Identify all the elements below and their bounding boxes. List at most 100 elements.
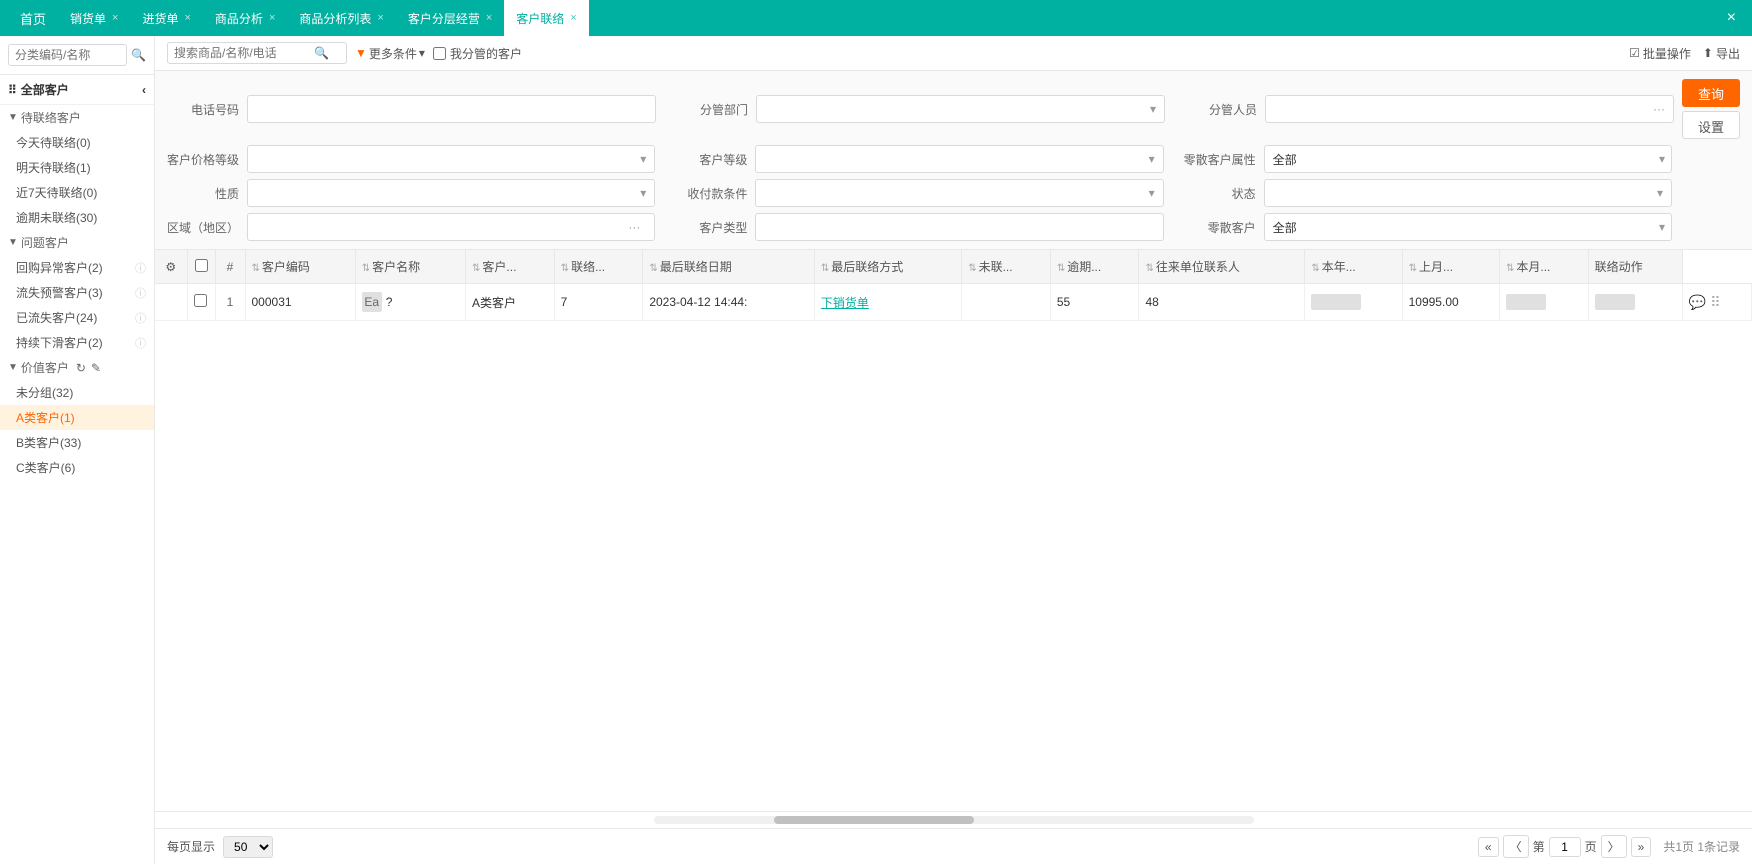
more-conditions-button[interactable]: ▼ 更多条件 ▾ (355, 45, 425, 62)
horizontal-scroll-area[interactable] (155, 811, 1752, 828)
page-number-input[interactable] (1549, 837, 1581, 857)
row-contact-count-cell: 7 (554, 284, 643, 321)
row-action-cell: 💬 ⠿ (1682, 284, 1751, 321)
payment-select[interactable]: ▾ (755, 179, 1163, 207)
row-checkbox[interactable] (194, 294, 207, 307)
dept-select[interactable]: ▾ (756, 95, 1165, 123)
first-page-button[interactable]: « (1478, 837, 1499, 857)
close-all-tabs-button[interactable]: × (1719, 9, 1744, 27)
th-action: 联络动作 (1588, 250, 1682, 284)
settings-button[interactable]: 设置 (1682, 111, 1740, 139)
close-tab-segment-icon[interactable]: × (486, 12, 492, 24)
region-label: 区域（地区） (167, 219, 247, 236)
scroll-thumb[interactable] (774, 816, 974, 824)
nav-tab-customer-contact[interactable]: 客户联络 × (504, 0, 588, 36)
sidebar-item-ungrouped[interactable]: 未分组(32) (0, 380, 154, 405)
my-customers-checkbox[interactable] (433, 47, 446, 60)
sidebar-item-churned[interactable]: 已流失客户(24) ⓘ (0, 305, 154, 330)
status-select[interactable]: ▾ (1264, 179, 1672, 207)
refresh-icon[interactable]: ↻ (76, 361, 86, 375)
nature-select[interactable]: ▾ (247, 179, 655, 207)
sidebar-item-class-c[interactable]: C类客户(6) (0, 455, 154, 480)
row-last-month-cell (1499, 284, 1588, 321)
contact-person-placeholder (1311, 294, 1361, 310)
select-all-checkbox[interactable] (195, 259, 208, 272)
info-icon-repurchase: ⓘ (135, 260, 146, 276)
sidebar-item-declining[interactable]: 持续下滑客户(2) ⓘ (0, 330, 154, 355)
th-this-year: ⇅本年... (1305, 250, 1402, 284)
chat-action-icon[interactable]: 💬 (1689, 294, 1706, 311)
this-month-placeholder (1595, 294, 1635, 310)
page-size-select[interactable]: 50 (223, 836, 273, 858)
phone-input[interactable] (247, 95, 656, 123)
close-tab-analysis-list-icon[interactable]: × (377, 12, 383, 24)
th-checkbox[interactable] (187, 250, 215, 284)
row-checkbox-cell[interactable] (187, 284, 215, 321)
sidebar-group-pending[interactable]: ▼ 待联络客户 (0, 105, 154, 130)
sidebar-item-churn-warning[interactable]: 流失预警客户(3) ⓘ (0, 280, 154, 305)
page-label: 第 (1533, 838, 1545, 855)
customer-level-label: 客户等级 (675, 151, 755, 168)
sidebar-item-7days-pending[interactable]: 近7天待联络(0) (0, 180, 154, 205)
retail-customer-select[interactable]: 全部 ▾ (1264, 213, 1672, 241)
sidebar-group-problem[interactable]: ▼ 问题客户 (0, 230, 154, 255)
filter-search-icon[interactable]: 🔍 (314, 46, 329, 60)
more-action-icon[interactable]: ⠿ (1710, 294, 1720, 311)
close-tab-sales-icon[interactable]: × (112, 12, 118, 24)
sidebar-item-class-a[interactable]: A类客户(1) (0, 405, 154, 430)
sidebar-search-input[interactable] (8, 44, 127, 66)
person-select[interactable]: ··· (1265, 95, 1674, 123)
nav-tab-customer-segment[interactable]: 客户分层经营 × (396, 0, 504, 36)
row-num-cell: 1 (215, 284, 245, 321)
nav-tab-analysis[interactable]: 商品分析 × (203, 0, 287, 36)
customer-type-input[interactable] (755, 213, 1163, 241)
filter-cell-payment: 收付款条件 ▾ (675, 179, 1163, 207)
collapse-all-icon[interactable]: ‹ (142, 83, 146, 97)
close-tab-contact-icon[interactable]: × (570, 12, 576, 24)
customer-table-container: ⚙ # ⇅客户编码 ⇅客户名称 ⇅客户... ⇅联络... ⇅最后联络日期 ⇅最… (155, 250, 1752, 811)
edit-value-icon[interactable]: ✎ (91, 361, 101, 375)
nav-tab-analysis-list[interactable]: 商品分析列表 × (287, 0, 395, 36)
last-page-button[interactable]: » (1631, 837, 1652, 857)
filter-search-box[interactable]: 🔍 (167, 42, 347, 64)
region-input[interactable]: ··· (247, 213, 655, 241)
sidebar-item-overdue-contact[interactable]: 逾期未联络(30) (0, 205, 154, 230)
th-settings[interactable]: ⚙ (155, 250, 187, 284)
prev-page-button[interactable]: 〈 (1503, 835, 1529, 858)
th-last-contact-method: ⇅最后联络方式 (814, 250, 961, 284)
last-contact-method-link[interactable]: 下销货单 (821, 296, 869, 310)
customer-level-select[interactable]: ▾ (755, 145, 1163, 173)
person-label: 分管人员 (1185, 101, 1265, 118)
th-level: ⇅客户... (466, 250, 555, 284)
sidebar-item-class-b[interactable]: B类客户(33) (0, 430, 154, 455)
filter-cell-dept: 分管部门 ▾ (676, 95, 1165, 123)
sidebar-group-value[interactable]: ▼ 价值客户 ↻ ✎ (0, 355, 154, 380)
row-overdue-cell: 55 (1050, 284, 1139, 321)
price-level-select[interactable]: ▾ (247, 145, 655, 173)
filter-cell-customer-level: 客户等级 ▾ (675, 145, 1163, 173)
sidebar-item-today-pending[interactable]: 今天待联络(0) (0, 130, 154, 155)
export-button[interactable]: ⬆ 导出 (1703, 45, 1740, 62)
sidebar-item-tomorrow-pending[interactable]: 明天待联络(1) (0, 155, 154, 180)
grid-icon: ⠿ (8, 83, 17, 97)
batch-operation-button[interactable]: ☑ 批量操作 (1629, 45, 1691, 62)
query-button[interactable]: 查询 (1682, 79, 1740, 107)
my-customers-checkbox-label[interactable]: 我分管的客户 (433, 45, 522, 62)
row-last-method-cell[interactable]: 下销货单 (814, 284, 961, 321)
table-header-row: ⚙ # ⇅客户编码 ⇅客户名称 ⇅客户... ⇅联络... ⇅最后联络日期 ⇅最… (155, 250, 1752, 284)
filter-cell-retail-customer: 零散客户 全部 ▾ (1184, 213, 1672, 241)
region-dots-icon[interactable]: ··· (622, 220, 646, 234)
nav-home[interactable]: 首页 (8, 0, 58, 36)
next-page-button[interactable]: 〉 (1601, 835, 1627, 858)
close-tab-analysis-icon[interactable]: × (269, 12, 275, 24)
filter-search-input[interactable] (174, 46, 314, 60)
price-level-chevron-icon: ▾ (640, 152, 646, 166)
sidebar-search-icon[interactable]: 🔍 (131, 48, 146, 62)
sidebar-search-area: 🔍 (0, 36, 154, 75)
close-tab-purchase-icon[interactable]: × (184, 12, 190, 24)
sidebar-item-repurchase-abnormal[interactable]: 回购异常客户(2) ⓘ (0, 255, 154, 280)
nav-tab-sales[interactable]: 销货单 × (58, 0, 130, 36)
sidebar-all-customers[interactable]: ⠿ 全部客户 ‹ (0, 75, 154, 105)
retail-attr-select[interactable]: 全部 ▾ (1264, 145, 1672, 173)
nav-tab-purchase[interactable]: 进货单 × (130, 0, 202, 36)
